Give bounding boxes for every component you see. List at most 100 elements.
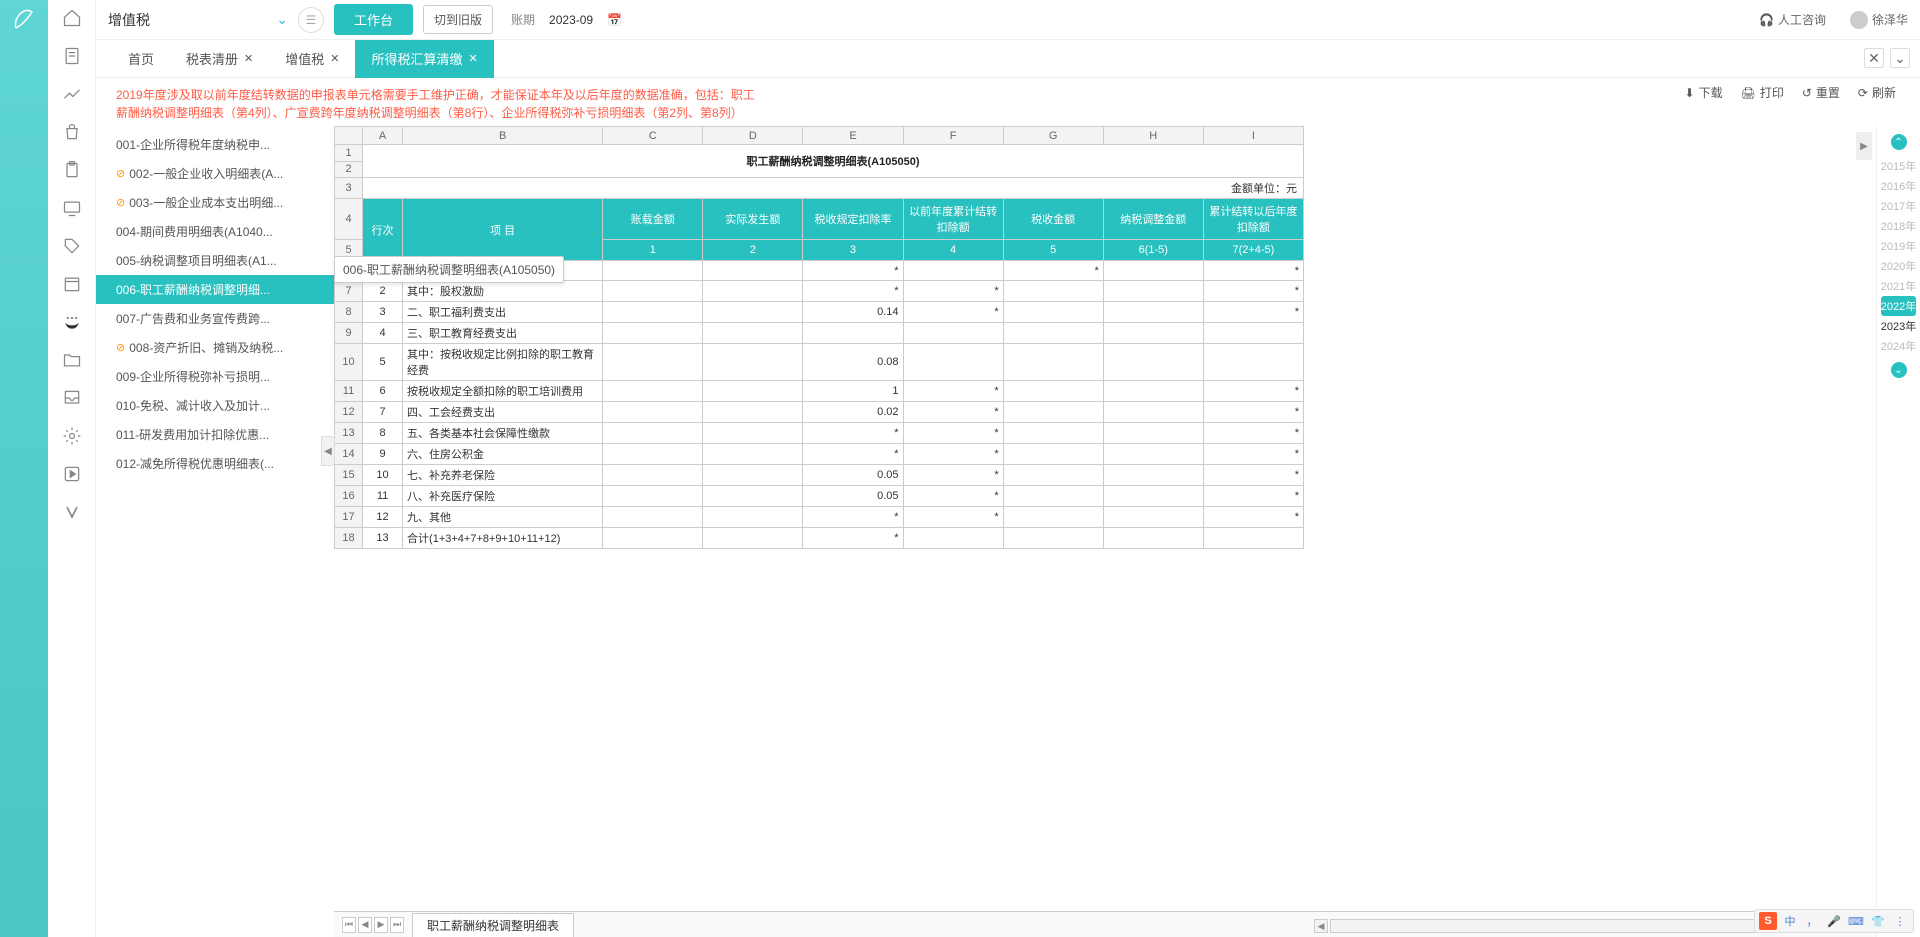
data-cell[interactable]: * bbox=[903, 281, 1003, 302]
year-option[interactable]: 2021年 bbox=[1881, 276, 1916, 296]
data-cell[interactable] bbox=[603, 423, 703, 444]
user-menu[interactable]: 徐泽华 bbox=[1850, 11, 1908, 29]
consult-link[interactable]: 🎧 人工咨询 bbox=[1759, 11, 1826, 28]
row-header[interactable]: 3 bbox=[335, 178, 363, 199]
sheet-nav-prev[interactable]: ◀ bbox=[358, 917, 372, 933]
row-index-cell[interactable]: 2 bbox=[363, 281, 403, 302]
form-list-item-3[interactable]: 004-期间费用明细表(A1040... bbox=[96, 217, 334, 246]
data-cell[interactable]: * bbox=[1003, 261, 1103, 281]
form-list-item-5[interactable]: 006-职工薪酬纳税调整明细... bbox=[96, 275, 334, 304]
row-header[interactable]: 1 bbox=[335, 145, 363, 162]
form-list-item-9[interactable]: 010-免税、减计收入及加计... bbox=[96, 391, 334, 420]
data-cell[interactable] bbox=[603, 444, 703, 465]
row-header[interactable]: 18 bbox=[335, 528, 363, 549]
tab-0[interactable]: 首页 bbox=[112, 40, 170, 78]
data-cell[interactable]: 1 bbox=[803, 381, 903, 402]
year-scroll-down[interactable]: ⌄ bbox=[1891, 362, 1907, 378]
expand-right-handle[interactable]: ▶ bbox=[1856, 132, 1872, 160]
screen-icon[interactable] bbox=[62, 198, 82, 218]
year-option[interactable]: 2015年 bbox=[1881, 156, 1916, 176]
data-cell[interactable] bbox=[1103, 302, 1203, 323]
data-cell[interactable] bbox=[703, 444, 803, 465]
data-cell[interactable]: 0.14 bbox=[803, 302, 903, 323]
data-cell[interactable] bbox=[1003, 344, 1103, 381]
data-cell[interactable]: * bbox=[1203, 302, 1303, 323]
data-cell[interactable] bbox=[1103, 381, 1203, 402]
folder-icon[interactable] bbox=[62, 350, 82, 370]
row-index-cell[interactable]: 13 bbox=[363, 528, 403, 549]
form-list-item-6[interactable]: 007-广告费和业务宣传费跨... bbox=[96, 304, 334, 333]
row-header[interactable]: 8 bbox=[335, 302, 363, 323]
data-cell[interactable] bbox=[1103, 261, 1203, 281]
row-label-cell[interactable]: 七、补充养老保险 bbox=[403, 465, 603, 486]
data-cell[interactable]: 0.08 bbox=[803, 344, 903, 381]
spreadsheet-grid[interactable]: ABCDEFGHI1职工薪酬纳税调整明细表(A105050)23金额单位：元4行… bbox=[334, 126, 1304, 549]
data-cell[interactable] bbox=[1003, 381, 1103, 402]
row-index-cell[interactable]: 7 bbox=[363, 402, 403, 423]
data-cell[interactable] bbox=[703, 302, 803, 323]
col-header[interactable]: F bbox=[903, 127, 1003, 145]
ime-more-icon[interactable]: ⋮ bbox=[1891, 912, 1909, 930]
data-cell[interactable]: * bbox=[903, 465, 1003, 486]
data-cell[interactable] bbox=[703, 528, 803, 549]
data-cell[interactable]: * bbox=[903, 302, 1003, 323]
home-icon[interactable] bbox=[62, 8, 82, 28]
data-cell[interactable]: * bbox=[1203, 281, 1303, 302]
row-header[interactable]: 10 bbox=[335, 344, 363, 381]
row-header[interactable]: 17 bbox=[335, 507, 363, 528]
hscroll-left[interactable]: ◀ bbox=[1314, 919, 1328, 933]
tax-type-dropdown[interactable]: 增值税 ⌄ bbox=[108, 10, 288, 30]
year-option[interactable]: 2024年 bbox=[1881, 336, 1916, 356]
data-cell[interactable] bbox=[703, 323, 803, 344]
row-header[interactable]: 14 bbox=[335, 444, 363, 465]
year-option[interactable]: 2019年 bbox=[1881, 236, 1916, 256]
data-cell[interactable]: * bbox=[803, 528, 903, 549]
tab-3[interactable]: 所得税汇算清缴✕ bbox=[355, 40, 493, 78]
doc-icon[interactable] bbox=[62, 46, 82, 66]
inbox-icon[interactable] bbox=[62, 388, 82, 408]
row-label-cell[interactable]: 合计(1+3+4+7+8+9+10+11+12) bbox=[403, 528, 603, 549]
form-list-item-4[interactable]: 005-纳税调整项目明细表(A1... bbox=[96, 246, 334, 275]
col-header[interactable]: G bbox=[1003, 127, 1103, 145]
data-cell[interactable] bbox=[1103, 507, 1203, 528]
data-cell[interactable] bbox=[1003, 423, 1103, 444]
data-cell[interactable] bbox=[603, 302, 703, 323]
ime-lang[interactable]: 中 bbox=[1781, 912, 1799, 930]
data-cell[interactable] bbox=[603, 402, 703, 423]
form-list-item-2[interactable]: ⊘003-一般企业成本支出明细... bbox=[96, 188, 334, 217]
row-label-cell[interactable]: 二、职工福利费支出 bbox=[403, 302, 603, 323]
data-cell[interactable]: * bbox=[803, 444, 903, 465]
bag-icon[interactable] bbox=[62, 122, 82, 142]
data-cell[interactable] bbox=[903, 528, 1003, 549]
row-label-cell[interactable]: 三、职工教育经费支出 bbox=[403, 323, 603, 344]
sheet-nav-last[interactable]: ⏭ bbox=[390, 917, 404, 933]
data-cell[interactable] bbox=[1203, 344, 1303, 381]
data-cell[interactable] bbox=[903, 323, 1003, 344]
data-cell[interactable] bbox=[903, 344, 1003, 381]
download-button[interactable]: ⬇下载 bbox=[1685, 84, 1723, 101]
menu-toggle-icon[interactable]: ☰ bbox=[298, 7, 324, 33]
calendar-icon[interactable] bbox=[62, 274, 82, 294]
data-cell[interactable] bbox=[1103, 323, 1203, 344]
data-cell[interactable] bbox=[1203, 528, 1303, 549]
data-cell[interactable] bbox=[1003, 444, 1103, 465]
tabs-close-button[interactable]: ✕ bbox=[1864, 48, 1884, 68]
row-label-cell[interactable]: 四、工会经费支出 bbox=[403, 402, 603, 423]
calendar-picker-icon[interactable]: 📅 bbox=[607, 13, 622, 27]
data-cell[interactable] bbox=[603, 381, 703, 402]
data-cell[interactable] bbox=[1103, 465, 1203, 486]
row-label-cell[interactable]: 九、其他 bbox=[403, 507, 603, 528]
ime-mic-icon[interactable]: 🎤 bbox=[1825, 912, 1843, 930]
data-cell[interactable] bbox=[1003, 302, 1103, 323]
row-header[interactable]: 13 bbox=[335, 423, 363, 444]
year-option[interactable]: 2020年 bbox=[1881, 256, 1916, 276]
data-cell[interactable]: * bbox=[1203, 381, 1303, 402]
row-header[interactable]: 11 bbox=[335, 381, 363, 402]
data-cell[interactable]: * bbox=[803, 423, 903, 444]
data-cell[interactable] bbox=[1003, 465, 1103, 486]
clipboard-icon[interactable] bbox=[62, 160, 82, 180]
year-option[interactable]: 2017年 bbox=[1881, 196, 1916, 216]
data-cell[interactable] bbox=[703, 281, 803, 302]
data-cell[interactable]: 0.05 bbox=[803, 465, 903, 486]
data-cell[interactable] bbox=[603, 261, 703, 281]
